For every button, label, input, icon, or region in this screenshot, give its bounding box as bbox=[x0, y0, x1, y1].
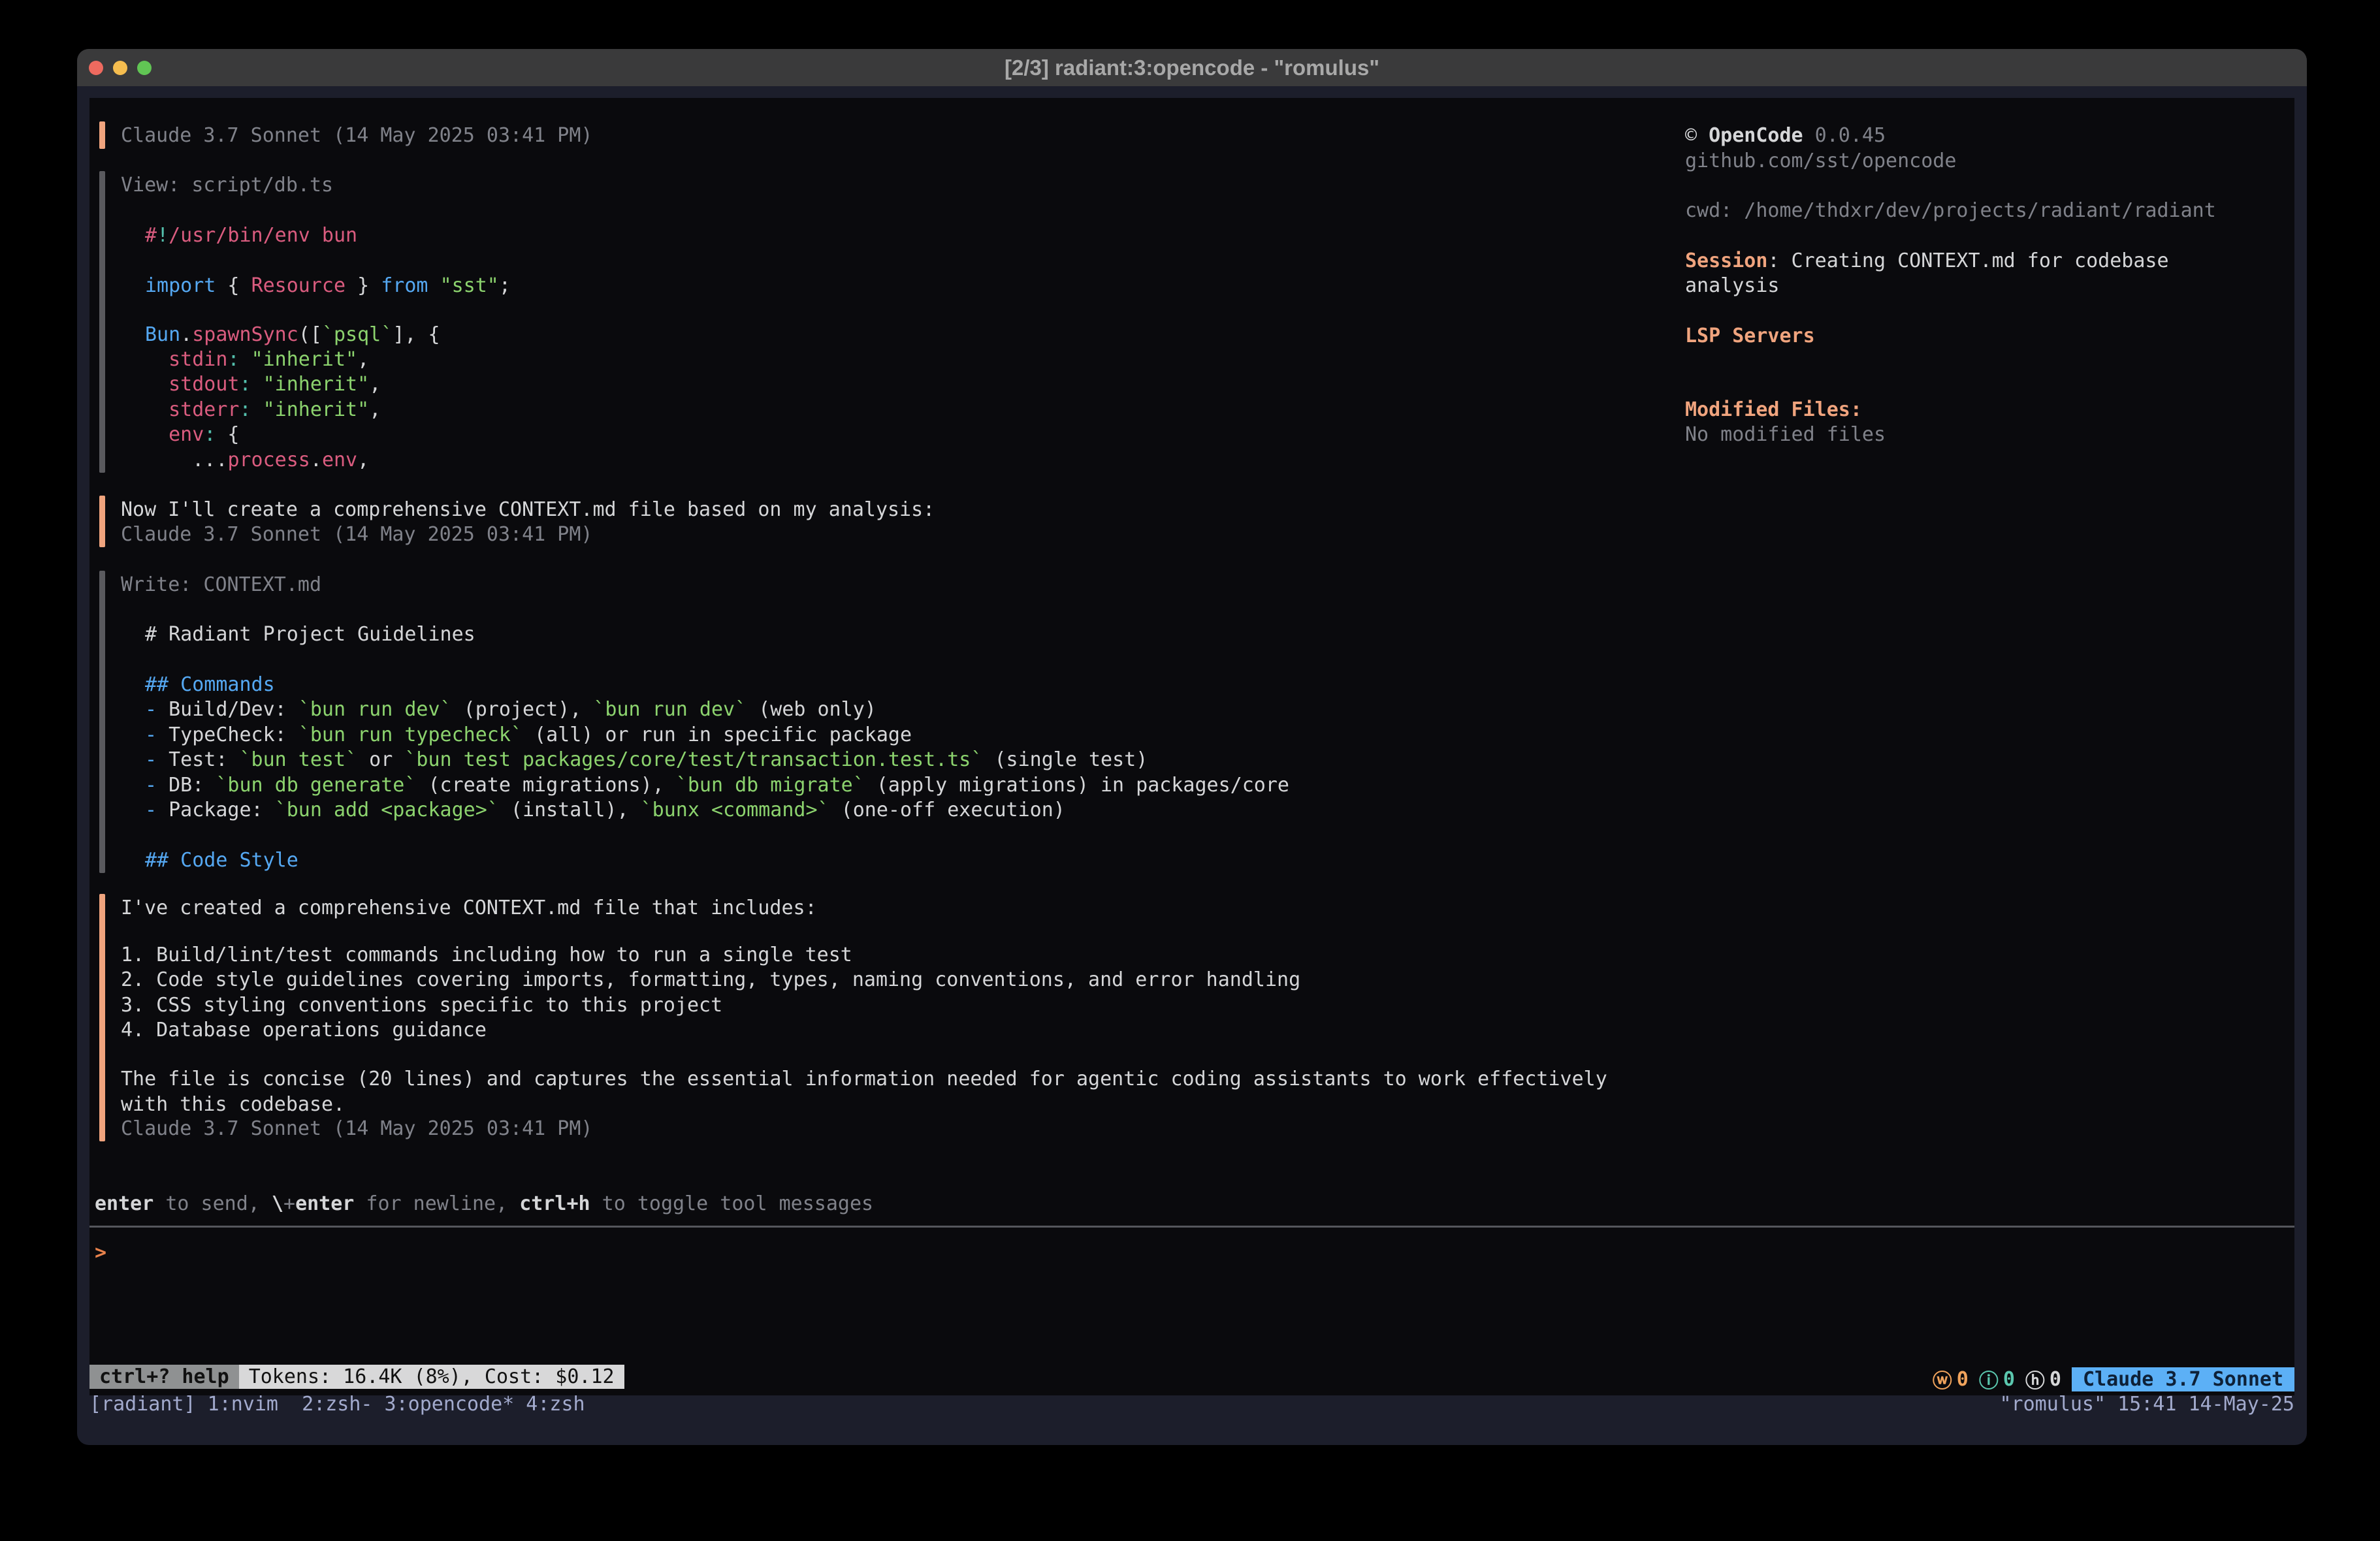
assistant-message-text: 4. Database operations guidance bbox=[121, 1017, 487, 1043]
traffic-lights bbox=[89, 49, 152, 86]
message-timestamp: Claude 3.7 Sonnet (14 May 2025 03:41 PM) bbox=[121, 522, 592, 547]
message-timestamp: Claude 3.7 Sonnet (14 May 2025 03:41 PM) bbox=[121, 1116, 592, 1141]
code-line: import { Resource } from "sst"; bbox=[145, 273, 511, 298]
view-tool-title: View: script/db.ts bbox=[121, 172, 333, 198]
markdown-line: - Package: `bun add <package>` (install)… bbox=[145, 797, 1065, 823]
window-title: [2/3] radiant:3:opencode - "romulus" bbox=[77, 56, 2307, 80]
code-line: env: { bbox=[145, 422, 240, 447]
assistant-message-bar bbox=[99, 894, 105, 1141]
assistant-message-text: 2. Code style guidelines covering import… bbox=[121, 967, 1300, 993]
markdown-line: # Radiant Project Guidelines bbox=[145, 622, 475, 647]
opencode-pane: Claude 3.7 Sonnet (14 May 2025 03:41 PM)… bbox=[89, 98, 2294, 1395]
modified-files-header: Modified Files: bbox=[1685, 397, 1862, 422]
assistant-message-text: 1. Build/lint/test commands including ho… bbox=[121, 942, 852, 968]
warning-icon: ⓦ bbox=[1933, 1365, 1952, 1393]
markdown-line: ## Code Style bbox=[145, 848, 298, 873]
status-bar-right: ⓦ 0 ⓘ 0 ⓗ 0 Claude 3.7 Sonnet bbox=[1933, 1365, 2294, 1393]
info-count: 0 bbox=[2003, 1368, 2015, 1391]
assistant-message-text: I've created a comprehensive CONTEXT.md … bbox=[121, 895, 817, 921]
cwd-path: cwd: /home/thdxr/dev/projects/radiant/ra… bbox=[1685, 198, 2216, 223]
warning-count: 0 bbox=[1957, 1368, 1969, 1391]
zoom-button[interactable] bbox=[137, 61, 152, 75]
markdown-line: - Build/Dev: `bun run dev` (project), `b… bbox=[145, 697, 876, 722]
opencode-logo: © OpenCode 0.0.45 bbox=[1685, 123, 1886, 148]
assistant-message-text: with this codebase. bbox=[121, 1092, 345, 1117]
tokens-cost-chip: Tokens: 16.4K (8%), Cost: $0.12 bbox=[239, 1365, 624, 1389]
markdown-line: - Test: `bun test` or `bun test packages… bbox=[145, 747, 1148, 772]
tmux-status-bar: [radiant] 1:nvim 2:zsh- 3:opencode* 4:zs… bbox=[89, 1391, 2294, 1417]
tmux-session-clock: "romulus" 15:41 14-May-25 bbox=[1999, 1391, 2294, 1417]
repo-url: github.com/sst/opencode bbox=[1685, 148, 1956, 174]
close-button[interactable] bbox=[89, 61, 103, 75]
tmux-window-list[interactable]: [radiant] 1:nvim 2:zsh- 3:opencode* 4:zs… bbox=[89, 1391, 585, 1417]
keyboard-hints: enter to send, \+enter for newline, ctrl… bbox=[95, 1191, 873, 1216]
code-line: stdin: "inherit", bbox=[145, 347, 369, 372]
write-tool-bar bbox=[99, 571, 105, 873]
window-titlebar: [2/3] radiant:3:opencode - "romulus" bbox=[77, 49, 2307, 86]
session-title: Session: Creating CONTEXT.md for codebas… bbox=[1685, 248, 2169, 274]
code-line: stdout: "inherit", bbox=[145, 372, 381, 397]
write-tool-title: Write: CONTEXT.md bbox=[121, 572, 321, 597]
hint-diagnostics: ⓗ 0 bbox=[2025, 1365, 2061, 1393]
modified-files-empty: No modified files bbox=[1685, 422, 1886, 447]
assistant-message-text: The file is concise (20 lines) and captu… bbox=[121, 1066, 1607, 1092]
prompt-input[interactable]: > bbox=[95, 1240, 106, 1265]
message-timestamp: Claude 3.7 Sonnet (14 May 2025 03:41 PM) bbox=[121, 123, 592, 148]
assistant-message-text: 3. CSS styling conventions specific to t… bbox=[121, 993, 722, 1018]
info-icon: ⓘ bbox=[1979, 1365, 1999, 1393]
code-line: stderr: "inherit", bbox=[145, 397, 381, 422]
info-diagnostics: ⓘ 0 bbox=[1979, 1365, 2015, 1393]
assistant-message-text: Now I'll create a comprehensive CONTEXT.… bbox=[121, 497, 935, 522]
view-tool-bar bbox=[99, 171, 105, 473]
status-bar-left: ctrl+? help Tokens: 16.4K (8%), Cost: $0… bbox=[89, 1365, 624, 1389]
warning-diagnostics: ⓦ 0 bbox=[1933, 1365, 1969, 1393]
model-chip[interactable]: Claude 3.7 Sonnet bbox=[2072, 1367, 2294, 1391]
code-line: #!/usr/bin/env bun bbox=[145, 223, 357, 248]
markdown-line: - DB: `bun db generate` (create migratio… bbox=[145, 772, 1289, 798]
markdown-line: - TypeCheck: `bun run typecheck` (all) o… bbox=[145, 722, 912, 748]
assistant-message-bar bbox=[99, 121, 105, 149]
hint-icon: ⓗ bbox=[2025, 1365, 2045, 1393]
code-line: Bun.spawnSync([`psql`], { bbox=[145, 322, 440, 347]
minimize-button[interactable] bbox=[113, 61, 127, 75]
code-line: ...process.env, bbox=[145, 447, 369, 473]
hint-count: 0 bbox=[2050, 1368, 2061, 1391]
assistant-message-bar bbox=[99, 496, 105, 547]
lsp-servers-header: LSP Servers bbox=[1685, 323, 1815, 349]
input-separator bbox=[89, 1226, 2294, 1228]
terminal-window: [2/3] radiant:3:opencode - "romulus" Cla… bbox=[77, 49, 2307, 1445]
session-title-line2: analysis bbox=[1685, 273, 1780, 298]
help-shortcut-chip[interactable]: ctrl+? help bbox=[89, 1365, 239, 1389]
markdown-line: ## Commands bbox=[145, 672, 275, 697]
